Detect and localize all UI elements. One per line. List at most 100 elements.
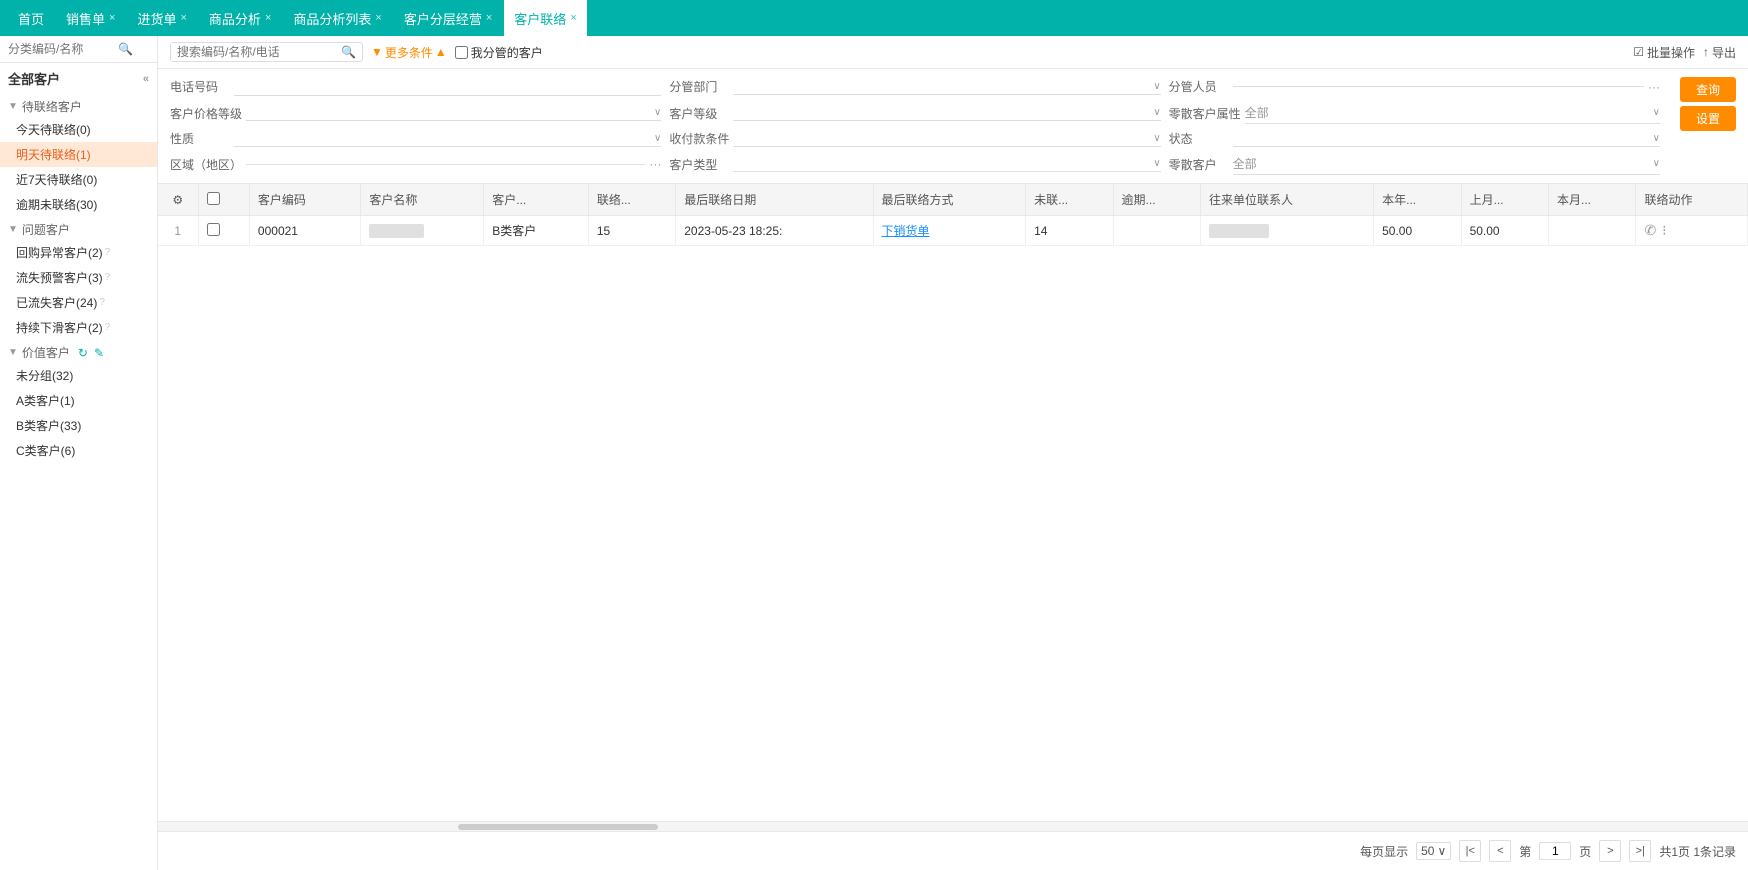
action-phone-icon[interactable]: ✆ [1644,222,1656,239]
action-grid-icon[interactable]: ⁝ [1662,222,1666,239]
filter-price-level-select[interactable]: ∨ [246,105,661,121]
customer-type-chevron-icon: ∨ [1153,158,1160,169]
nav-sales-close[interactable]: × [109,12,115,24]
sidebar-item-ungrouped[interactable]: 未分组(32) [0,363,157,388]
my-customers-checkbox[interactable] [455,46,468,59]
query-button[interactable]: 查询 [1680,77,1736,102]
filter-customer-type-select[interactable]: ∨ [733,156,1160,172]
col-this-year[interactable]: 本年... [1374,184,1461,216]
help-icon-4[interactable]: ? [105,322,111,333]
sidebar-item-b-class[interactable]: B类客户(33) [0,413,157,438]
col-unit-contact[interactable]: 往来单位联系人 [1200,184,1373,216]
page-size-select[interactable]: 50 ∨ [1416,842,1451,860]
filter-payment-select[interactable]: ∨ [733,131,1160,147]
col-contact-action[interactable]: 联络动作 [1636,184,1748,216]
nav-item-sales[interactable]: 销售单 × [56,0,125,36]
col-customer-code[interactable]: 客户编码 [249,184,360,216]
col-last-contact-date[interactable]: 最后联络日期 [676,184,873,216]
filter-nature-select[interactable]: ∨ [234,131,661,147]
filter-status-select[interactable]: ∨ [1233,131,1660,147]
filter-manager-ellipsis[interactable]: ··· [1648,80,1660,94]
chevron-up-icon: ▲ [435,45,447,59]
sidebar-item-churn-warning[interactable]: 流失预警客户(3) ? [0,265,157,290]
col-customer-type[interactable]: 客户... [484,184,589,216]
more-conditions-btn[interactable]: ▼ 更多条件 ▲ [371,44,447,61]
col-last-contact-method[interactable]: 最后联络方式 [873,184,1026,216]
value-edit-icon[interactable]: ✎ [94,346,104,360]
sidebar-item-a-class[interactable]: A类客户(1) [0,388,157,413]
nav-item-analysis[interactable]: 商品分析 × [199,0,281,36]
sidebar-item-7days-pending[interactable]: 近7天待联络(0) [0,167,157,192]
filter-dept-select[interactable]: ∨ [733,79,1160,95]
col-overdue[interactable]: 逾期... [1113,184,1200,216]
nav-customer-contact-close[interactable]: × [570,12,576,24]
row-select-checkbox[interactable] [207,223,220,236]
sidebar-item-today-pending[interactable]: 今天待联络(0) [0,117,157,142]
help-icon-2[interactable]: ? [105,272,111,283]
filter-phone-input[interactable] [234,77,661,96]
row-checkbox[interactable] [198,216,249,246]
select-all-checkbox[interactable] [207,192,220,205]
col-contact-count[interactable]: 联络... [588,184,675,216]
sidebar-all-customers[interactable]: 全部客户 « [0,63,157,94]
scrollbar-thumb[interactable] [458,824,658,830]
sidebar-item-c-class[interactable]: C类客户(6) [0,438,157,463]
nav-customer-tier-close[interactable]: × [486,12,492,24]
nav-purchase-close[interactable]: × [180,12,186,24]
sidebar-item-tomorrow-label: 明天待联络(1) [16,146,91,163]
sidebar-item-tomorrow-pending[interactable]: 明天待联络(1) [0,142,157,167]
filter-region-ellipsis[interactable]: ··· [649,157,661,171]
nav-item-home[interactable]: 首页 [8,0,54,36]
page-first-btn[interactable]: |< [1459,840,1481,862]
col-last-month[interactable]: 上月... [1461,184,1548,216]
nav-item-customer-tier[interactable]: 客户分层经营 × [394,0,502,36]
page-unit: 页 [1579,843,1591,860]
sidebar-item-churned[interactable]: 已流失客户(24) ? [0,290,157,315]
my-customers-check[interactable]: 我分管的客户 [455,44,543,61]
search-input[interactable] [177,45,337,59]
pending-group-label: 待联络客户 [22,98,82,115]
filter-manager-field: 分管人员 ··· [1169,78,1660,95]
sidebar-search-icon[interactable]: 🔍 [118,42,133,56]
nav-item-analysis-list[interactable]: 商品分析列表 × [283,0,391,36]
sidebar-item-overdue-pending[interactable]: 逾期未联络(30) [0,192,157,217]
settings-button[interactable]: 设置 [1680,106,1736,131]
row-customer-name[interactable]: Ea [361,216,484,246]
col-checkbox[interactable] [198,184,249,216]
filter-retail-attr-value: 全部 [1245,104,1651,121]
nav-home-label: 首页 [18,9,44,28]
page-number-input[interactable] [1539,842,1571,860]
sidebar-item-repurchase-abnormal[interactable]: 回购异常客户(2) ? [0,240,157,265]
filter-retail-customer-select[interactable]: 全部 ∨ [1233,153,1660,175]
col-customer-name[interactable]: 客户名称 [361,184,484,216]
nav-item-purchase[interactable]: 进货单 × [127,0,196,36]
nav-analysis-close[interactable]: × [265,12,271,24]
filter-retail-attr-select[interactable]: 全部 ∨ [1245,102,1660,124]
page-next-btn[interactable]: > [1599,840,1621,862]
sidebar-item-declining[interactable]: 持续下滑客户(2) ? [0,315,157,340]
row-last-contact-method[interactable]: 下销货单 [873,216,1026,246]
help-icon-3[interactable]: ? [99,297,105,308]
page-prev-btn[interactable]: < [1489,840,1511,862]
row-customer-code: 000021 [249,216,360,246]
col-no-contact[interactable]: 未联... [1026,184,1113,216]
horizontal-scrollbar[interactable] [158,821,1748,831]
search-icon[interactable]: 🔍 [341,45,356,59]
value-refresh-icon[interactable]: ↻ [78,346,88,360]
batch-op-btn[interactable]: ☑ 批量操作 [1633,44,1695,61]
my-customers-label: 我分管的客户 [471,44,543,61]
export-btn[interactable]: ↑ 导出 [1703,44,1736,61]
pagination: 每页显示 50 ∨ |< < 第 页 > >| 共1页 1条记录 [158,831,1748,870]
nav-analysis-list-close[interactable]: × [375,12,381,24]
col-this-month[interactable]: 本月... [1549,184,1636,216]
page-last-btn[interactable]: >| [1629,840,1651,862]
sidebar-collapse-icon: « [143,73,149,85]
col-settings[interactable]: ⚙ [158,184,198,216]
sidebar-search-input[interactable] [8,42,118,56]
nav-item-customer-contact[interactable]: 客户联络 × [504,0,586,36]
main-layout: 🔍 全部客户 « ▼ 待联络客户 今天待联络(0) 明天待联络(1) 近7天待联… [0,36,1748,870]
filter-customer-level-select[interactable]: ∨ [733,105,1160,121]
help-icon-1[interactable]: ? [105,247,111,258]
per-page-label: 每页显示 [1360,843,1408,860]
table-wrap: ⚙ 客户编码 客户名称 客户... 联络... 最后联络日期 最后联络方式 未联… [158,184,1748,821]
